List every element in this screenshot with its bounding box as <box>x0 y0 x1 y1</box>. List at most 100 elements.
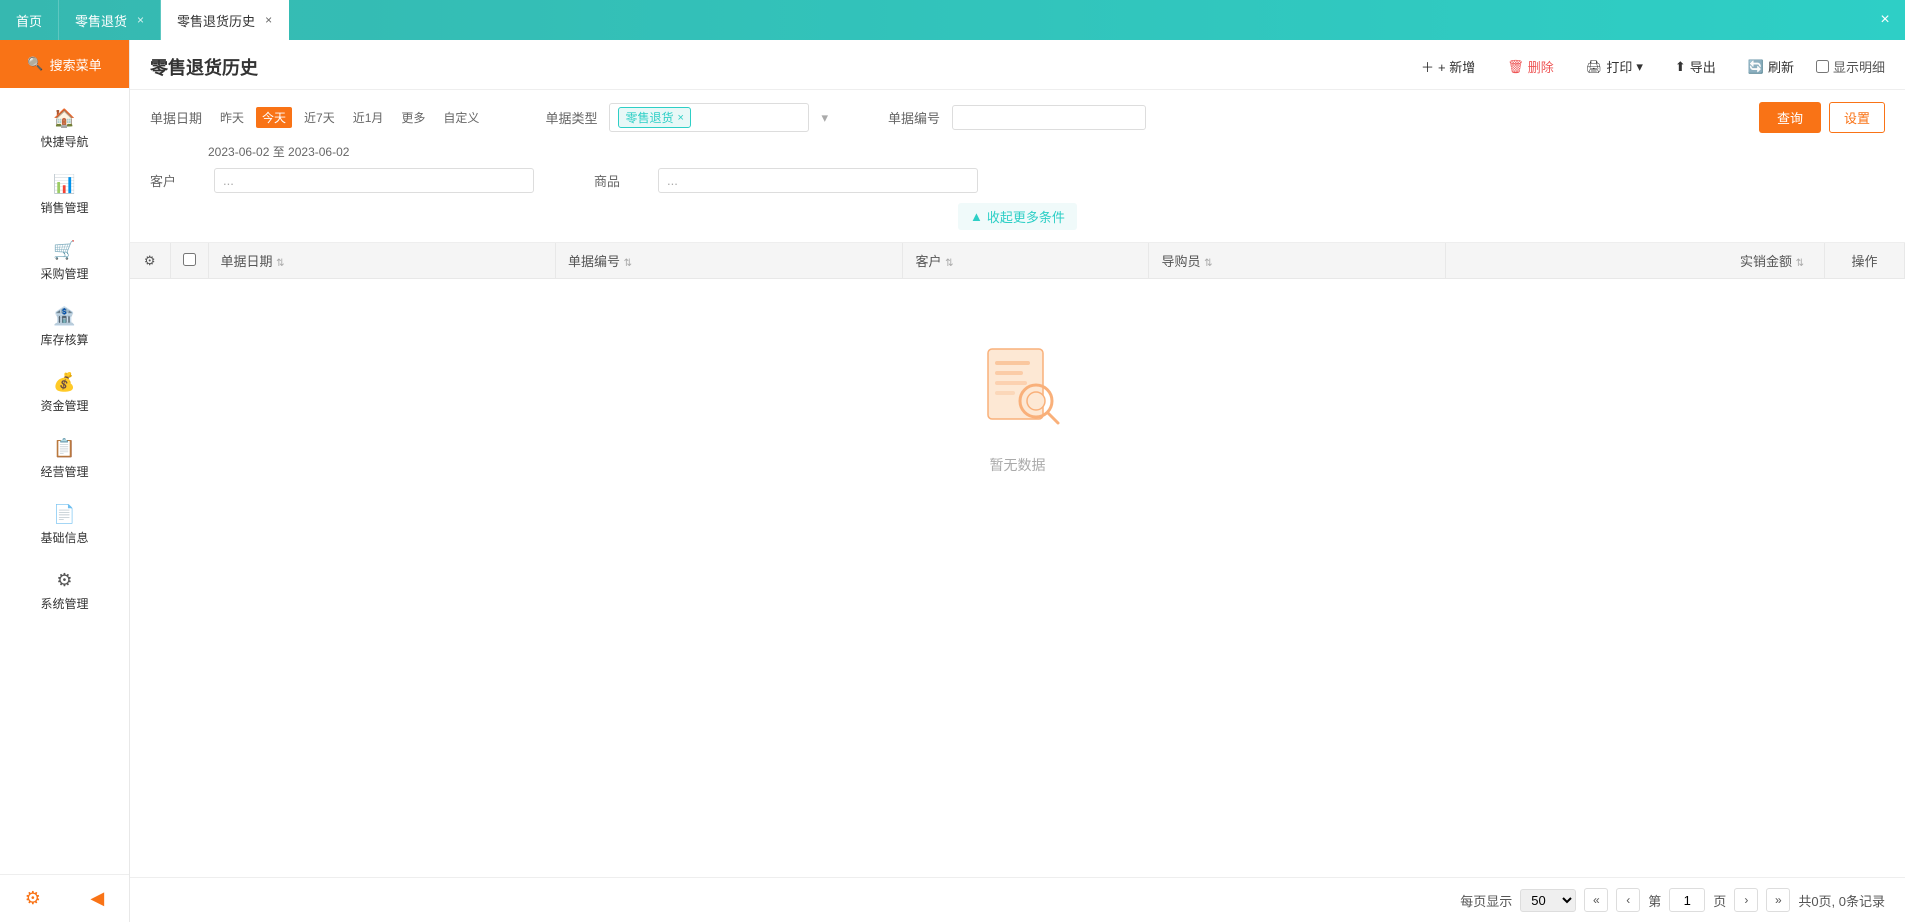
per-page-select[interactable]: 50 10 20 100 <box>1520 889 1576 912</box>
ops-mgmt-icon: 📋 <box>53 438 75 459</box>
date-btn-yesterday[interactable]: 昨天 <box>214 107 250 128</box>
sidebar-item-quick-nav[interactable]: 🏠 快捷导航 <box>0 96 129 162</box>
customer-input[interactable]: ... <box>214 168 534 193</box>
setting-button[interactable]: 设置 <box>1829 102 1885 133</box>
doc-type-field[interactable]: 零售退货 × <box>609 103 809 132</box>
page-label: 第 <box>1648 891 1661 910</box>
th-doc-date-label: 单据日期 <box>221 254 273 269</box>
setting-button-label: 设置 <box>1844 108 1870 127</box>
collapse-sidebar-icon[interactable]: ◀ <box>90 888 104 909</box>
last-page-button[interactable]: » <box>1766 888 1790 912</box>
doc-number-input[interactable] <box>952 105 1146 130</box>
export-icon: ⬆ <box>1675 59 1686 75</box>
date-btn-last-month[interactable]: 近1月 <box>347 107 390 128</box>
date-btn-today[interactable]: 今天 <box>256 107 292 128</box>
th-doc-date[interactable]: 单据日期 ⇅ <box>208 243 555 279</box>
sidebar-item-basic-info[interactable]: 📄 基础信息 <box>0 492 129 558</box>
doc-type-dropdown-icon[interactable]: ▾ <box>821 110 828 126</box>
next-page-button[interactable]: › <box>1734 888 1758 912</box>
empty-label: 暂无数据 <box>990 455 1046 475</box>
sales-mgmt-icon: 📊 <box>53 174 75 195</box>
window-close-button[interactable]: × <box>1865 0 1905 40</box>
sidebar-item-ops-mgmt-label: 经营管理 <box>40 463 88 480</box>
empty-state: 暂无数据 <box>130 279 1905 535</box>
print-button[interactable]: 🖨 打印 ▾ <box>1576 52 1653 81</box>
delete-button-label: 删除 <box>1528 57 1554 76</box>
add-icon: ＋ <box>1421 57 1434 76</box>
table-area[interactable]: ⚙ 单据日期 ⇅ 单据编号 ⇅ <box>130 243 1905 877</box>
refresh-button-label: 刷新 <box>1768 57 1794 76</box>
th-settings[interactable]: ⚙ <box>130 243 170 279</box>
sidebar-item-purchase-mgmt[interactable]: 🛒 采购管理 <box>0 228 129 294</box>
sidebar-item-quick-nav-label: 快捷导航 <box>40 133 88 150</box>
data-table: ⚙ 单据日期 ⇅ 单据编号 ⇅ <box>130 243 1905 279</box>
date-range-text: 2023-06-02 至 2023-06-02 <box>208 145 349 159</box>
sidebar-item-inventory-calc-label: 库存核算 <box>40 331 88 348</box>
page-content: 零售退货历史 ＋ + 新增 🗑 删除 🖨 打印 ▾ <box>130 40 1905 922</box>
date-btn-custom[interactable]: 自定义 <box>437 107 485 128</box>
sidebar-item-basic-info-label: 基础信息 <box>40 529 88 546</box>
th-doc-date-sort-icon[interactable]: ⇅ <box>276 258 284 269</box>
prev-page-button[interactable]: ‹ <box>1616 888 1640 912</box>
select-all-checkbox[interactable] <box>183 253 196 266</box>
date-btn-last7[interactable]: 近7天 <box>298 107 341 128</box>
settings-icon[interactable]: ⚙ <box>25 888 41 909</box>
delete-button[interactable]: 🗑 删除 <box>1497 52 1564 81</box>
sidebar-item-ops-mgmt[interactable]: 📋 经营管理 <box>0 426 129 492</box>
show-detail-checkbox-label[interactable]: 显示明细 <box>1816 57 1885 76</box>
add-button-label: + 新增 <box>1438 57 1475 76</box>
th-customer[interactable]: 客户 ⇅ <box>903 243 1149 279</box>
purchase-mgmt-icon: 🛒 <box>53 240 75 261</box>
refresh-button[interactable]: 🔄 刷新 <box>1738 52 1804 81</box>
th-guide[interactable]: 导购员 ⇅ <box>1149 243 1446 279</box>
show-detail-label: 显示明细 <box>1833 57 1885 76</box>
date-btn-more[interactable]: 更多 <box>395 107 431 128</box>
sidebar-item-inventory-calc[interactable]: 🏦 库存核算 <box>0 294 129 360</box>
tab-retail-return-history-close[interactable]: × <box>265 13 272 27</box>
filter-area: 单据日期 昨天 今天 近7天 近1月 更多 自定义 单据类型 <box>130 90 1905 243</box>
th-guide-label: 导购员 <box>1161 254 1200 269</box>
th-doc-number-sort-icon[interactable]: ⇅ <box>624 258 632 269</box>
doc-number-label: 单据编号 <box>888 108 944 127</box>
sidebar-bottom: ⚙ ◀ <box>0 874 129 922</box>
th-doc-number[interactable]: 单据编号 ⇅ <box>555 243 902 279</box>
tab-home-label: 首页 <box>16 11 42 30</box>
tab-retail-return-close[interactable]: × <box>137 13 144 27</box>
filter-row-2: 客户 ... 商品 ... <box>150 168 1885 193</box>
doc-type-label: 单据类型 <box>545 108 601 127</box>
tab-retail-return[interactable]: 零售退货 × <box>59 0 161 40</box>
first-page-button[interactable]: « <box>1584 888 1608 912</box>
sidebar-item-sys-mgmt-label: 系统管理 <box>40 595 88 612</box>
sidebar-item-fund-mgmt[interactable]: 💰 资金管理 <box>0 360 129 426</box>
show-detail-checkbox[interactable] <box>1816 60 1829 73</box>
export-button[interactable]: ⬆ 导出 <box>1665 52 1726 81</box>
refresh-icon: 🔄 <box>1748 59 1764 75</box>
add-button[interactable]: ＋ + 新增 <box>1411 52 1485 81</box>
collapse-button-label: 收起更多条件 <box>987 207 1065 226</box>
query-button[interactable]: 查询 <box>1759 102 1821 133</box>
goods-filter-group: 商品 ... <box>594 168 978 193</box>
date-filter-group: 单据日期 昨天 今天 近7天 近1月 更多 自定义 <box>150 107 485 128</box>
th-customer-sort-icon[interactable]: ⇅ <box>945 258 953 269</box>
page-title: 零售退货历史 <box>150 54 258 80</box>
tab-retail-return-history[interactable]: 零售退货历史 × <box>161 0 289 40</box>
sidebar-search[interactable]: 🔍 搜索菜单 <box>0 40 129 88</box>
customer-filter-group: 客户 ... <box>150 168 534 193</box>
doc-number-filter-group: 单据编号 <box>888 105 1146 130</box>
column-settings-icon[interactable]: ⚙ <box>144 253 156 268</box>
th-amount-sort-icon[interactable]: ⇅ <box>1796 258 1804 269</box>
date-range-display: 2023-06-02 至 2023-06-02 <box>208 143 1885 160</box>
sidebar-item-sys-mgmt[interactable]: ⚙ 系统管理 <box>0 558 129 624</box>
sidebar-item-sales-mgmt[interactable]: 📊 销售管理 <box>0 162 129 228</box>
sys-mgmt-icon: ⚙ <box>56 570 72 591</box>
doc-type-filter-group: 单据类型 零售退货 × ▾ <box>545 103 828 132</box>
doc-type-tag-close[interactable]: × <box>677 112 683 124</box>
page-input[interactable] <box>1669 888 1705 912</box>
collapse-up-icon: ▲ <box>970 209 983 224</box>
th-guide-sort-icon[interactable]: ⇅ <box>1204 258 1212 269</box>
collapse-button[interactable]: ▲ 收起更多条件 <box>958 203 1077 230</box>
tab-home[interactable]: 首页 <box>0 0 59 40</box>
th-amount[interactable]: 实销金额 ⇅ <box>1446 243 1825 279</box>
th-customer-label: 客户 <box>915 254 941 269</box>
goods-input[interactable]: ... <box>658 168 978 193</box>
